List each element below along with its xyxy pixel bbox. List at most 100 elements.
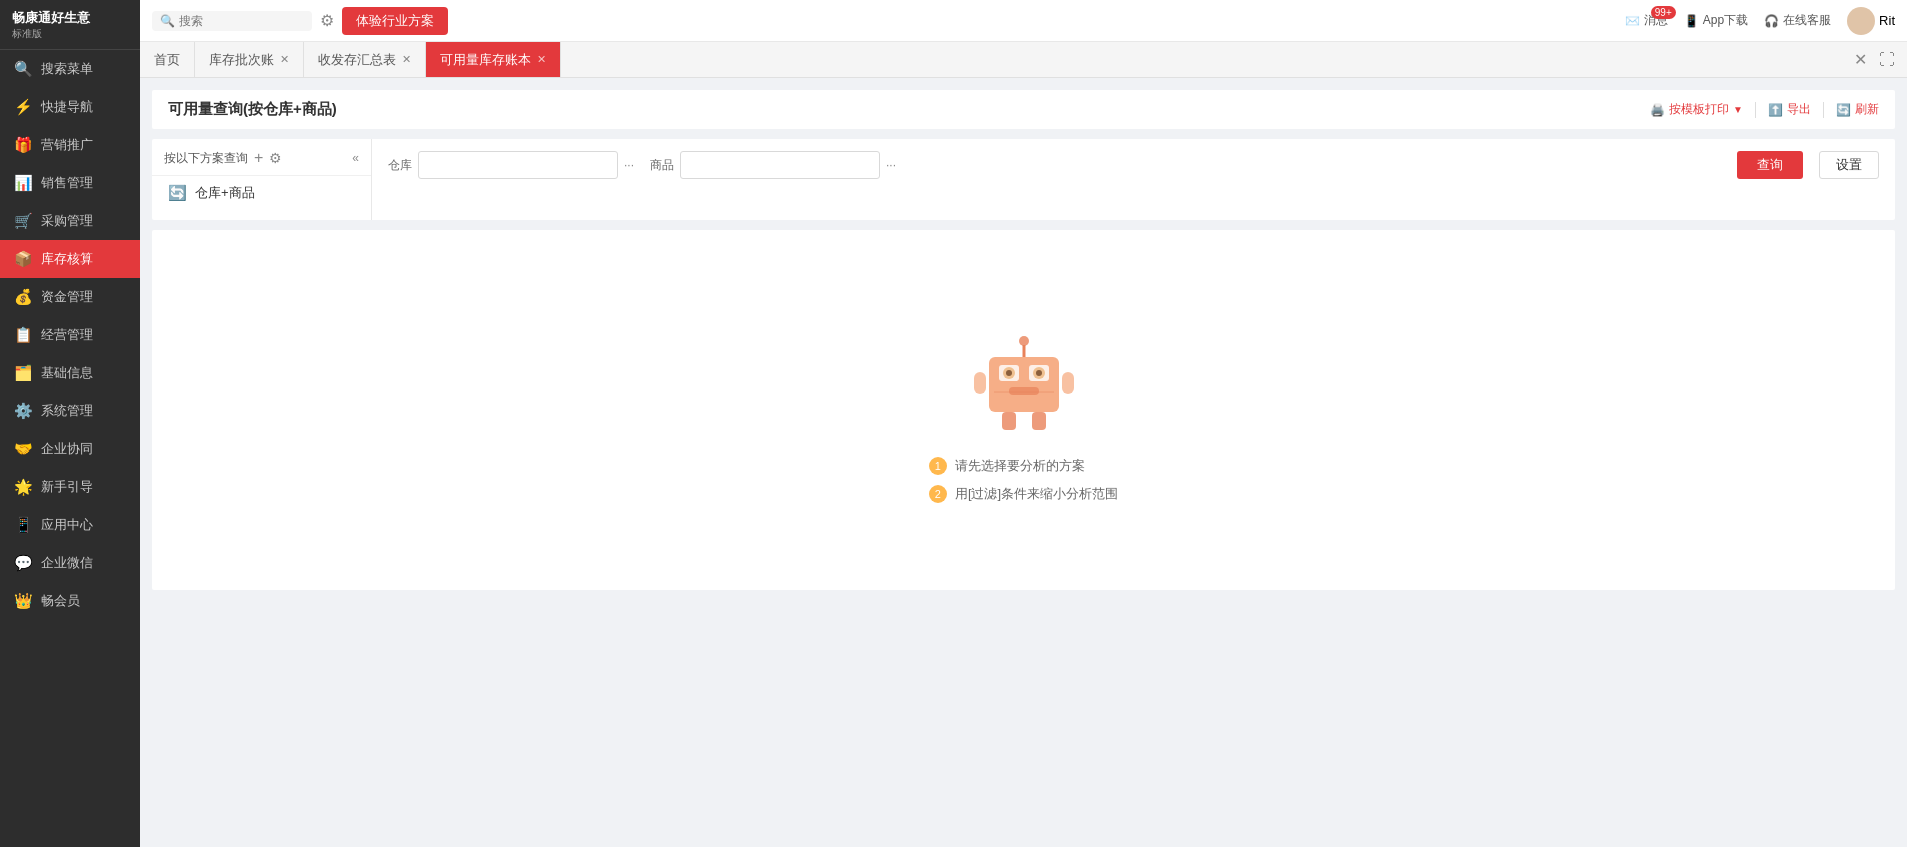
tab-close-icon[interactable]: ✕: [280, 53, 289, 66]
gear-icon[interactable]: ⚙: [320, 11, 334, 30]
sidebar-item-enterprise-wx[interactable]: 💬 企业微信: [0, 544, 140, 582]
hint-num-1: 1: [929, 457, 947, 475]
search-box[interactable]: 🔍: [152, 11, 312, 31]
sidebar-item-label: 快捷导航: [41, 98, 93, 116]
sidebar-item-label: 经营管理: [41, 326, 93, 344]
warehouse-label: 仓库: [388, 157, 412, 174]
tab-available-inventory[interactable]: 可用量库存账本 ✕: [426, 42, 561, 77]
svg-rect-4: [974, 372, 986, 394]
chart-icon: 📊: [14, 174, 33, 192]
user-avatar[interactable]: Rit: [1847, 7, 1895, 35]
sidebar-item-app-center[interactable]: 📱 应用中心: [0, 506, 140, 544]
page-header: 可用量查询(按仓库+商品) 🖨️ 按模板打印 ▼ ⬆️ 导出 🔄 刷新: [152, 90, 1895, 129]
query-sidebar-label: 按以下方案查询: [164, 150, 248, 167]
dropdown-icon: ▼: [1733, 104, 1743, 115]
sidebar-item-label: 搜索菜单: [41, 60, 93, 78]
refresh-icon: 🔄: [1836, 103, 1851, 117]
sidebar-item-purchase[interactable]: 🛒 采购管理: [0, 202, 140, 240]
service-label: 在线客服: [1783, 12, 1831, 29]
sidebar-item-marketing[interactable]: 🎁 营销推广: [0, 126, 140, 164]
tab-close-icon[interactable]: ✕: [537, 53, 546, 66]
export-button[interactable]: ⬆️ 导出: [1768, 101, 1811, 118]
sidebar-item-search[interactable]: 🔍 搜索菜单: [0, 50, 140, 88]
warehouse-input[interactable]: [418, 151, 618, 179]
sidebar-item-label: 营销推广: [41, 136, 93, 154]
divider: [1755, 102, 1756, 118]
add-scheme-button[interactable]: +: [254, 149, 263, 167]
svg-point-13: [1036, 370, 1042, 376]
empty-hint-2-text: 用[过滤]条件来缩小分析范围: [955, 485, 1118, 503]
svg-rect-5: [1062, 372, 1074, 394]
print-label: 按模板打印: [1669, 101, 1729, 118]
sidebar-item-guide[interactable]: 🌟 新手引导: [0, 468, 140, 506]
sidebar-item-operation[interactable]: 📋 经营管理: [0, 316, 140, 354]
user-name: Rit: [1879, 13, 1895, 28]
product-more[interactable]: ···: [886, 158, 896, 172]
svg-point-12: [1006, 370, 1012, 376]
sidebar-item-inventory[interactable]: 📦 库存核算: [0, 240, 140, 278]
experience-industry-button[interactable]: 体验行业方案: [342, 7, 448, 35]
product-filter-group: 商品 ···: [650, 151, 896, 179]
svg-rect-7: [1032, 412, 1046, 430]
query-button[interactable]: 查询: [1737, 151, 1803, 179]
export-icon: ⬆️: [1768, 103, 1783, 117]
page-actions: 🖨️ 按模板打印 ▼ ⬆️ 导出 🔄 刷新: [1650, 101, 1879, 118]
sidebar-item-basic[interactable]: 🗂️ 基础信息: [0, 354, 140, 392]
query-scheme-item[interactable]: 🔄 仓库+商品: [152, 176, 371, 210]
operation-icon: 📋: [14, 326, 33, 344]
main-area: 🔍 ⚙ 体验行业方案 ✉️ 消息 99+ 📱 App下载 🎧 在线客服 Rit: [140, 0, 1907, 847]
tab-close-all-button[interactable]: ✕: [1850, 48, 1871, 71]
empty-hint-1-text: 请先选择要分析的方案: [955, 457, 1085, 475]
tabs-bar: 首页 库存批次账 ✕ 收发存汇总表 ✕ 可用量库存账本 ✕ ✕ ⛶: [140, 42, 1907, 78]
product-input[interactable]: [680, 151, 880, 179]
app-download-icon: 📱: [1684, 14, 1699, 28]
scheme-icon: 🔄: [168, 184, 187, 202]
tab-batch-account[interactable]: 库存批次账 ✕: [195, 42, 304, 77]
tab-expand-button[interactable]: ⛶: [1875, 49, 1899, 71]
sidebar-item-cooperation[interactable]: 🤝 企业协同: [0, 430, 140, 468]
logo: 畅康通好生意 标准版: [0, 0, 140, 50]
guide-icon: 🌟: [14, 478, 33, 496]
sidebar-item-sales[interactable]: 📊 销售管理: [0, 164, 140, 202]
warehouse-more[interactable]: ···: [624, 158, 634, 172]
sidebar-item-quick-nav[interactable]: ⚡ 快捷导航: [0, 88, 140, 126]
svg-rect-6: [1002, 412, 1016, 430]
tab-receipt-summary[interactable]: 收发存汇总表 ✕: [304, 42, 426, 77]
refresh-button[interactable]: 🔄 刷新: [1836, 101, 1879, 118]
sidebar-item-label: 销售管理: [41, 174, 93, 192]
sidebar-item-label: 采购管理: [41, 212, 93, 230]
search-icon: 🔍: [160, 14, 175, 28]
message-button[interactable]: ✉️ 消息 99+: [1625, 12, 1668, 29]
query-main: 仓库 ··· 商品 ··· 查询 设置: [372, 139, 1895, 220]
service-icon: 🎧: [1764, 14, 1779, 28]
print-template-button[interactable]: 🖨️ 按模板打印 ▼: [1650, 101, 1743, 118]
cart-icon: 🛒: [14, 212, 33, 230]
search-input[interactable]: [179, 14, 304, 28]
cooperation-icon: 🤝: [14, 440, 33, 458]
sidebar-item-label: 库存核算: [41, 250, 93, 268]
tab-close-icon[interactable]: ✕: [402, 53, 411, 66]
app-download-button[interactable]: 📱 App下载: [1684, 12, 1748, 29]
sidebar-item-membership[interactable]: 👑 畅会员: [0, 582, 140, 620]
hint-num-2: 2: [929, 485, 947, 503]
avatar-img: [1847, 7, 1875, 35]
empty-illustration: [964, 317, 1084, 437]
sidebar-item-label: 基础信息: [41, 364, 93, 382]
filter-settings-button[interactable]: 设置: [1819, 151, 1879, 179]
query-sidebar: 按以下方案查询 + ⚙ « 🔄 仓库+商品: [152, 139, 372, 220]
tab-home[interactable]: 首页: [140, 42, 195, 77]
tab-available-inventory-label: 可用量库存账本: [440, 51, 531, 69]
lightning-icon: ⚡: [14, 98, 33, 116]
empty-state: 1 请先选择要分析的方案 2 用[过滤]条件来缩小分析范围: [152, 230, 1895, 590]
divider: [1823, 102, 1824, 118]
collapse-icon[interactable]: «: [352, 151, 359, 165]
sidebar-item-finance[interactable]: 💰 资金管理: [0, 278, 140, 316]
svg-rect-3: [1009, 387, 1039, 395]
tab-batch-account-label: 库存批次账: [209, 51, 274, 69]
product-label: 商品: [650, 157, 674, 174]
scheme-settings-button[interactable]: ⚙: [269, 150, 282, 166]
sidebar-item-system[interactable]: ⚙️ 系统管理: [0, 392, 140, 430]
online-service-button[interactable]: 🎧 在线客服: [1764, 12, 1831, 29]
page-title: 可用量查询(按仓库+商品): [168, 100, 337, 119]
empty-hints: 1 请先选择要分析的方案 2 用[过滤]条件来缩小分析范围: [929, 457, 1118, 503]
